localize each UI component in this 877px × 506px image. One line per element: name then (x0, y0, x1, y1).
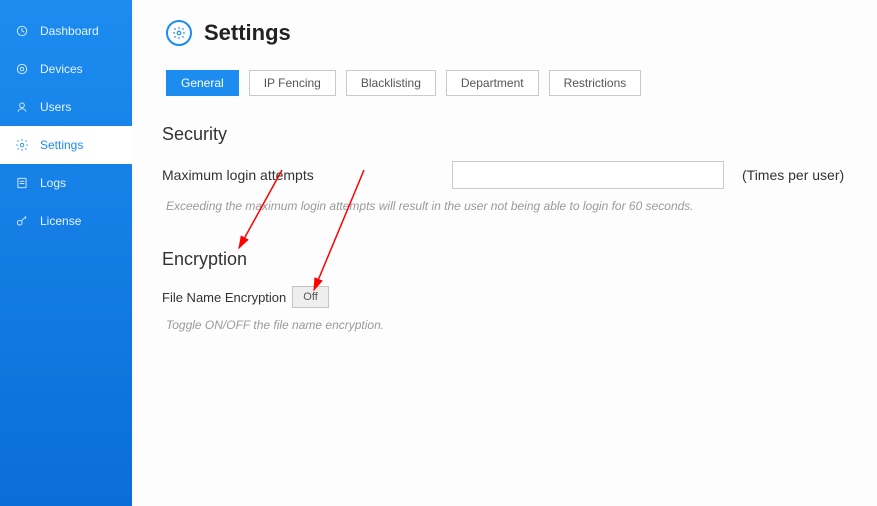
max-login-input[interactable] (452, 161, 724, 189)
security-heading: Security (162, 124, 847, 145)
sidebar-item-devices[interactable]: Devices (0, 50, 132, 88)
tab-general[interactable]: General (166, 70, 239, 96)
max-login-row: Maximum login attempts (Times per user) (162, 161, 847, 189)
sidebar: Dashboard Devices Users Settings Logs Li… (0, 0, 132, 506)
tab-restrictions[interactable]: Restrictions (549, 70, 642, 96)
sidebar-item-label: Dashboard (40, 24, 99, 38)
logs-icon (14, 175, 30, 191)
sidebar-item-label: Devices (40, 62, 83, 76)
settings-icon (14, 137, 30, 153)
fne-label: File Name Encryption (162, 290, 286, 305)
page-header: Settings (166, 20, 847, 46)
page-title: Settings (204, 20, 291, 46)
sidebar-item-label: Users (40, 100, 71, 114)
sidebar-item-label: Logs (40, 176, 66, 190)
max-login-suffix: (Times per user) (742, 167, 844, 183)
tabs: General IP Fencing Blacklisting Departme… (166, 70, 847, 96)
sidebar-item-label: License (40, 214, 81, 228)
sidebar-item-dashboard[interactable]: Dashboard (0, 12, 132, 50)
encryption-heading: Encryption (162, 249, 847, 270)
fne-row: File Name Encryption Off (162, 286, 847, 308)
tab-department[interactable]: Department (446, 70, 539, 96)
tab-blacklisting[interactable]: Blacklisting (346, 70, 436, 96)
sidebar-item-license[interactable]: License (0, 202, 132, 240)
sidebar-item-users[interactable]: Users (0, 88, 132, 126)
main-content: Settings General IP Fencing Blacklisting… (132, 0, 877, 506)
security-help: Exceeding the maximum login attempts wil… (166, 199, 847, 213)
sidebar-item-logs[interactable]: Logs (0, 164, 132, 202)
key-icon (14, 213, 30, 229)
fne-toggle[interactable]: Off (292, 286, 328, 308)
sidebar-item-settings[interactable]: Settings (0, 126, 132, 164)
sidebar-item-label: Settings (40, 138, 83, 152)
encryption-help: Toggle ON/OFF the file name encryption. (166, 318, 847, 332)
dashboard-icon (14, 23, 30, 39)
device-icon (14, 61, 30, 77)
gear-icon (166, 20, 192, 46)
max-login-label: Maximum login attempts (162, 167, 452, 183)
user-icon (14, 99, 30, 115)
tab-ip-fencing[interactable]: IP Fencing (249, 70, 336, 96)
